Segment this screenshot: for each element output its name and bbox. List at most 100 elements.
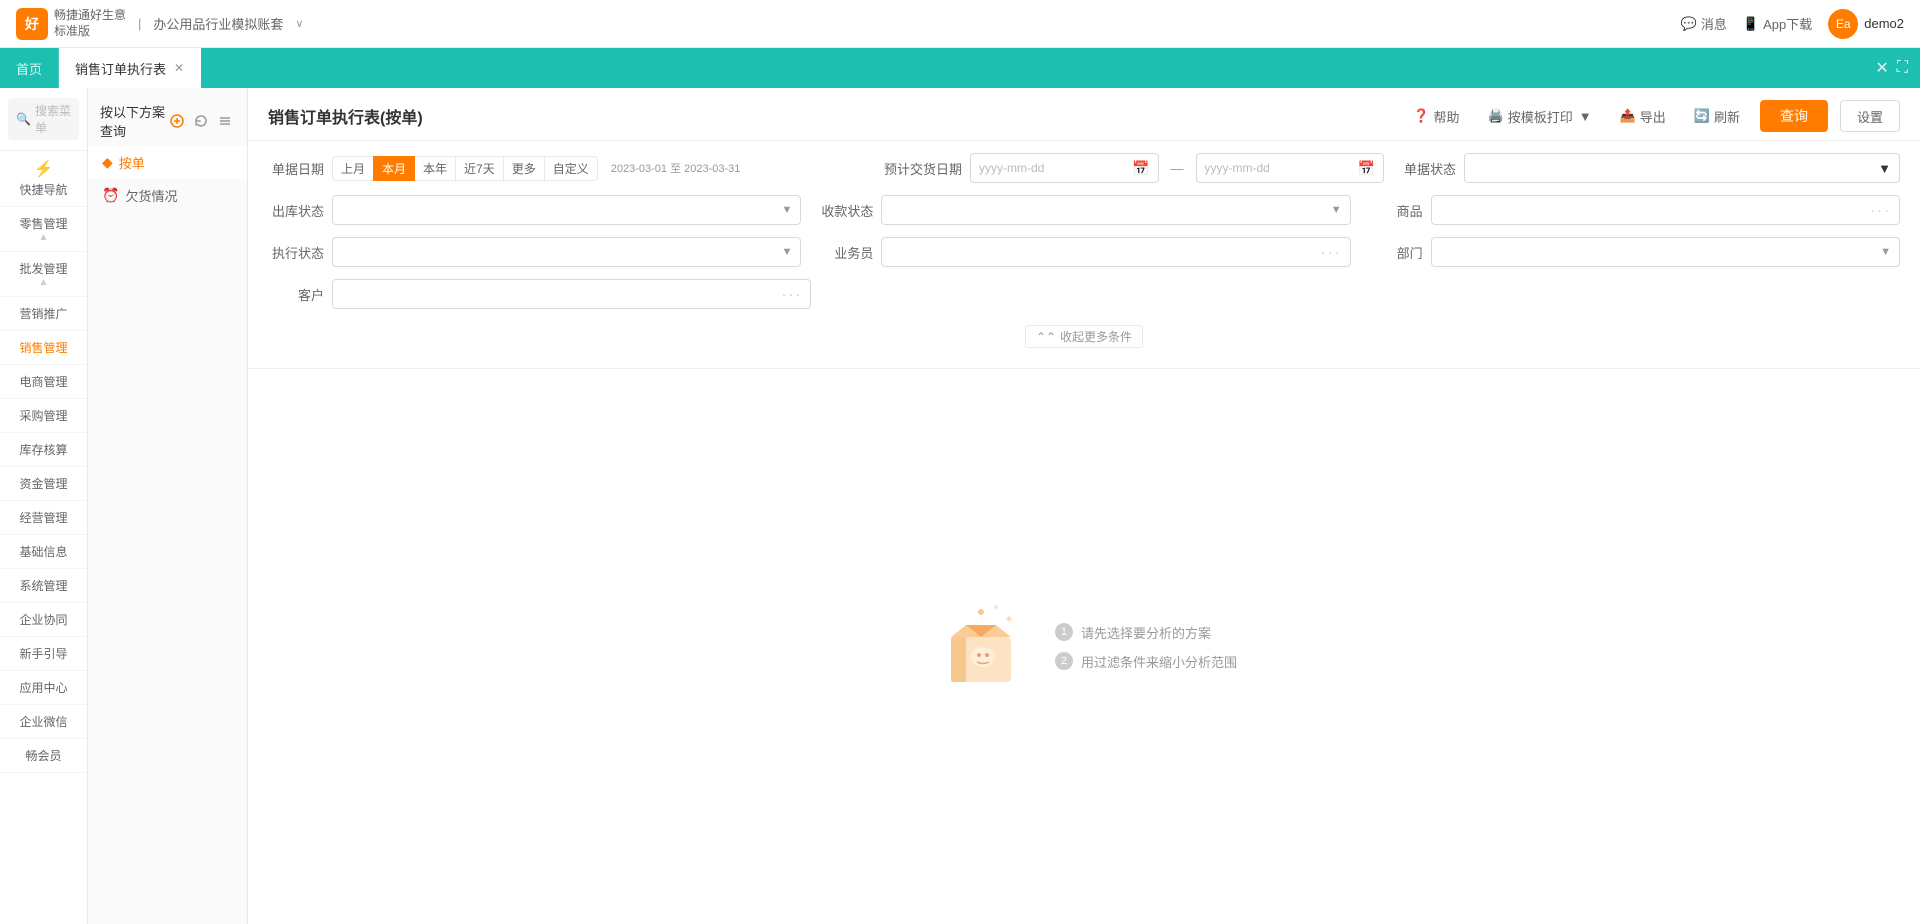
scheme-item-press[interactable]: ◆ 按单 xyxy=(88,146,247,179)
filter-group-customer: 客户 ··· xyxy=(268,279,811,309)
app-download-icon: 📱 xyxy=(1743,16,1759,32)
empty-tips: 1 请先选择要分析的方案 2 用过滤条件来缩小分析范围 xyxy=(1055,623,1237,671)
tab-sales-order-exec[interactable]: 销售订单执行表 ✕ xyxy=(59,48,201,88)
date-tab-last-month[interactable]: 上月 xyxy=(332,156,374,181)
filter-group-exec-status: 执行状态 ▼ xyxy=(268,237,801,267)
delivery-status-chevron: ▼ xyxy=(781,204,792,216)
customer-label: 客户 xyxy=(268,285,324,304)
sidebar-item-finance[interactable]: 资金管理 xyxy=(0,467,87,501)
tab-maximize-icon[interactable]: ⛶ xyxy=(1897,59,1908,77)
sidebar-item-operation[interactable]: 经营管理 xyxy=(0,501,87,535)
date-end-placeholder: yyyy-mm-dd xyxy=(1205,161,1270,175)
quick-nav-icon: ⚡ xyxy=(4,159,83,179)
settings-btn[interactable]: 设置 xyxy=(1840,100,1900,132)
salesperson-dots-icon: ··· xyxy=(1321,244,1342,261)
salesperson-label: 业务员 xyxy=(817,243,873,262)
sidebar-item-marketing[interactable]: 营销推广 xyxy=(0,297,87,331)
filter-group-salesperson: 业务员 ··· xyxy=(817,237,1350,267)
collapse-up-icon: ⌃⌃ xyxy=(1036,330,1056,344)
exec-status-select[interactable]: ▼ xyxy=(332,237,801,267)
scheme-item-debt[interactable]: ⏰ 欠货情况 xyxy=(88,179,247,212)
sidebar-item-enterprise-wechat[interactable]: 企业微信 xyxy=(0,705,87,739)
content-area: 销售订单执行表(按单) ❓ 帮助 🖨️ 按模板打印 ▼ 📤 导出 🔄 刷新 xyxy=(248,88,1920,924)
customer-select[interactable]: ··· xyxy=(332,279,811,309)
query-btn[interactable]: 查询 xyxy=(1760,100,1828,132)
calendar-start-icon: 📅 xyxy=(1132,160,1149,177)
collapse-panel-btn[interactable] xyxy=(215,111,235,131)
sidebar-item-app-center[interactable]: 应用中心 xyxy=(0,671,87,705)
expected-date-start-input[interactable]: yyyy-mm-dd 📅 xyxy=(970,153,1159,183)
page-title: 销售订单执行表(按单) xyxy=(268,104,423,128)
dept-select[interactable]: ▼ xyxy=(1431,237,1900,267)
salesperson-select[interactable]: ··· xyxy=(881,237,1350,267)
add-scheme-btn[interactable] xyxy=(167,111,187,131)
sidebar-item-newbie[interactable]: 新手引导 xyxy=(0,637,87,671)
help-btn[interactable]: ❓ 帮助 xyxy=(1405,103,1467,130)
exec-status-label: 执行状态 xyxy=(268,243,324,262)
sidebar-item-system[interactable]: 系统管理 xyxy=(0,569,87,603)
dept-chevron: ▼ xyxy=(1880,246,1891,258)
avatar: Ea xyxy=(1828,9,1858,39)
calendar-end-icon: 📅 xyxy=(1358,160,1375,177)
sidebar-item-wholesale[interactable]: 批发管理 ▲ xyxy=(0,252,87,297)
print-template-btn[interactable]: 🖨️ 按模板打印 ▼ xyxy=(1480,103,1600,130)
message-btn[interactable]: 💬 消息 xyxy=(1681,14,1727,33)
collapse-filter-btn[interactable]: ⌃⌃ 收起更多条件 xyxy=(1025,325,1143,348)
left-panel-title: 按以下方案查询 xyxy=(100,102,167,140)
user-name-label: demo2 xyxy=(1864,16,1904,31)
refresh-scheme-btn[interactable] xyxy=(191,111,211,131)
date-tab-this-year[interactable]: 本年 xyxy=(414,156,456,181)
date-tab-more[interactable]: 更多 xyxy=(503,156,545,181)
order-status-select[interactable]: ▼ xyxy=(1464,153,1900,183)
payment-status-select[interactable]: ▼ xyxy=(881,195,1350,225)
date-tab-this-month[interactable]: 本月 xyxy=(373,156,415,181)
sidebar-item-ecommerce[interactable]: 电商管理 xyxy=(0,365,87,399)
page-title-bar: 销售订单执行表(按单) ❓ 帮助 🖨️ 按模板打印 ▼ 📤 导出 🔄 刷新 xyxy=(248,88,1920,141)
date-tab-last-7[interactable]: 近7天 xyxy=(455,156,504,181)
sidebar-item-enterprise-collab[interactable]: 企业协同 xyxy=(0,603,87,637)
refresh-btn[interactable]: 🔄 刷新 xyxy=(1686,103,1748,130)
sidebar-item-basic-info[interactable]: 基础信息 xyxy=(0,535,87,569)
debt-icon: ⏰ xyxy=(102,187,119,204)
sidebar-item-quick-nav[interactable]: ⚡ 快捷导航 xyxy=(0,151,87,207)
date-tab-custom[interactable]: 自定义 xyxy=(544,156,598,181)
delivery-status-label: 出库状态 xyxy=(268,201,324,220)
sidebar-item-sales-mgmt[interactable]: 销售管理 xyxy=(0,331,87,365)
print-dropdown-arrow: ▼ xyxy=(1579,109,1592,124)
sidebar-item-purchase[interactable]: 采购管理 xyxy=(0,399,87,433)
tab-home[interactable]: 首页 xyxy=(0,48,59,88)
message-icon: 💬 xyxy=(1681,16,1697,32)
date-tab-group: 上月 本月 本年 近7天 更多 自定义 xyxy=(332,156,597,181)
filter-group-expected-date: 预计交货日期 yyyy-mm-dd 📅 — yyyy-mm-dd 📅 xyxy=(884,153,1384,183)
left-panel-header: 按以下方案查询 xyxy=(88,96,247,146)
customer-dots-icon: ··· xyxy=(781,286,802,303)
filter-group-payment-status: 收款状态 ▼ xyxy=(817,195,1350,225)
expected-date-end-input[interactable]: yyyy-mm-dd 📅 xyxy=(1196,153,1385,183)
sidebar-item-retail[interactable]: 零售管理 ▲ xyxy=(0,207,87,252)
breadcrumb-text: 办公用品行业模拟账套 xyxy=(153,14,283,33)
tab-close-icon[interactable]: ✕ xyxy=(174,61,184,75)
main-layout: 🔍 搜索菜单 ⚡ 快捷导航 零售管理 ▲ 批发管理 ▲ 营销推广 销售管理 电商… xyxy=(0,88,1920,924)
tip-num-2: 2 xyxy=(1055,652,1073,670)
tab-bar: 首页 销售订单执行表 ✕ ✕ ⛶ xyxy=(0,48,1920,88)
delivery-status-select[interactable]: ▼ xyxy=(332,195,801,225)
app-download-btn[interactable]: 📱 App下载 xyxy=(1743,14,1812,33)
wholesale-expand-icon: ▲ xyxy=(4,277,83,288)
sidebar-item-inventory[interactable]: 库存核算 xyxy=(0,433,87,467)
goods-select[interactable]: ··· xyxy=(1431,195,1900,225)
left-panel: 按以下方案查询 ◆ 按单 ⏰ 欠货情况 xyxy=(88,88,248,924)
empty-tip-1: 1 请先选择要分析的方案 xyxy=(1055,623,1237,642)
exec-status-chevron: ▼ xyxy=(781,246,792,258)
order-status-label: 单据状态 xyxy=(1400,159,1456,178)
empty-tip-2: 2 用过滤条件来缩小分析范围 xyxy=(1055,652,1237,671)
search-menu-box[interactable]: 🔍 搜索菜单 xyxy=(8,98,79,140)
sidebar-item-membership[interactable]: 畅会员 xyxy=(0,739,87,773)
breadcrumb-dropdown-icon[interactable]: ∨ xyxy=(295,17,303,30)
filter-row-4: 客户 ··· xyxy=(268,279,1900,309)
date-start-placeholder: yyyy-mm-dd xyxy=(979,161,1044,175)
export-btn[interactable]: 📤 导出 xyxy=(1612,103,1674,130)
user-profile[interactable]: Ea demo2 xyxy=(1828,9,1904,39)
tab-minimize-icon[interactable]: ✕ xyxy=(1875,58,1888,78)
left-panel-actions xyxy=(167,111,235,131)
payment-status-chevron: ▼ xyxy=(1331,204,1342,216)
